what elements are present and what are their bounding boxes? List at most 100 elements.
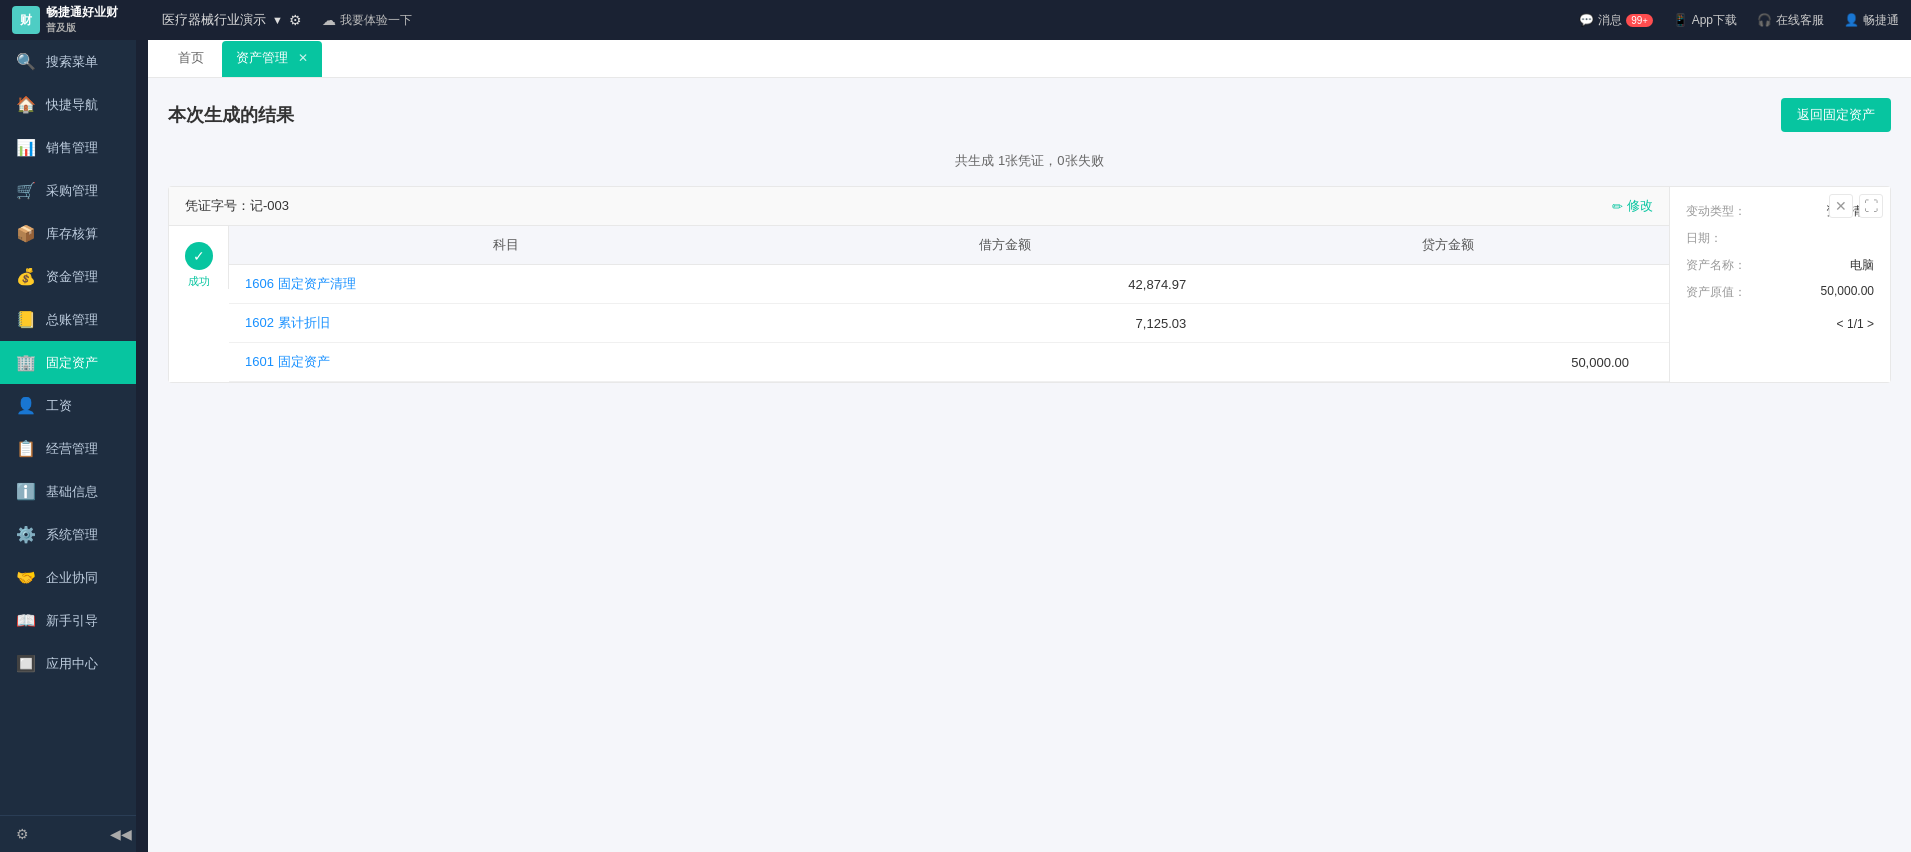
success-icon: ✓ — [185, 242, 213, 270]
sidebar-item-label: 总账管理 — [46, 311, 98, 329]
subject-cell-3: 1601 固定资产 — [229, 343, 783, 382]
table-row: 1601 固定资产 50,000.00 — [229, 343, 1669, 382]
logo-subtitle: 普及版 — [46, 21, 118, 35]
tab-home-label: 首页 — [178, 50, 204, 65]
collapse-icon[interactable]: ◀◀ — [110, 826, 132, 842]
purchase-icon: 🛒 — [16, 181, 36, 200]
side-field-asset-name: 资产名称： 电脑 — [1686, 257, 1874, 274]
tab-close-icon[interactable]: ✕ — [298, 51, 308, 65]
voucher-container: 凭证字号：记-003 ✏ 修改 ✓ 成功 — [168, 186, 1891, 383]
feedback-label: 我要体验一下 — [340, 12, 412, 29]
sidebar-item-label: 销售管理 — [46, 139, 98, 157]
debit-cell-3 — [783, 343, 1226, 382]
sidebar-bottom: ⚙ ◀◀ — [0, 815, 148, 852]
success-text: 成功 — [188, 274, 210, 289]
sidebar-item-quick-nav[interactable]: 🏠 快捷导航 — [0, 83, 148, 126]
table-row: 1602 累计折旧 7,125.03 — [229, 304, 1669, 343]
messages-label: 消息 — [1598, 12, 1622, 29]
online-service-btn[interactable]: 🎧 在线客服 — [1757, 12, 1824, 29]
side-field-asset-value: 资产原值： 50,000.00 — [1686, 284, 1874, 301]
page-content: 本次生成的结果 返回固定资产 共生成 1张凭证，0张失败 ✕ ⛶ 凭证字号 — [148, 78, 1911, 852]
sidebar-item-label: 基础信息 — [46, 483, 98, 501]
side-field-date: 日期： — [1686, 230, 1874, 247]
online-service-icon: 🎧 — [1757, 13, 1772, 27]
feedback-btn[interactable]: ☁ 我要体验一下 — [322, 12, 412, 29]
table-header-row: 科目 借方金额 贷方金额 — [229, 226, 1669, 265]
credit-cell-2 — [1226, 304, 1669, 343]
tutorial-icon: 📖 — [16, 611, 36, 630]
company-selector[interactable]: 医疗器械行业演示 ▼ ⚙ — [162, 11, 302, 29]
app-download-btn[interactable]: 📱 App下载 — [1673, 12, 1737, 29]
messages-badge: 99+ — [1626, 14, 1652, 27]
payroll-icon: 👤 — [16, 396, 36, 415]
search-icon: 🔍 — [16, 52, 36, 71]
enterprise-icon: 🤝 — [16, 568, 36, 587]
return-button[interactable]: 返回固定资产 — [1781, 98, 1891, 132]
sidebar-item-label: 固定资产 — [46, 354, 98, 372]
next-page-btn[interactable]: > — [1867, 317, 1874, 331]
sidebar-item-operations[interactable]: 📋 经营管理 — [0, 427, 148, 470]
page-indicator: 1/1 — [1847, 317, 1867, 331]
panel-controls: ✕ ⛶ — [1829, 194, 1883, 218]
edit-button[interactable]: ✏ 修改 — [1612, 197, 1653, 215]
asset-value-value: 50,000.00 — [1821, 284, 1874, 301]
sidebar-item-system[interactable]: ⚙️ 系统管理 — [0, 513, 148, 556]
logo-icon: 财 — [12, 6, 40, 34]
table-row: 1606 固定资产清理 42,874.97 — [229, 265, 1669, 304]
ledger-icon: 📒 — [16, 310, 36, 329]
tab-bar: 首页 资产管理 ✕ — [148, 40, 1911, 78]
sidebar-item-label: 搜索菜单 — [46, 53, 98, 71]
tab-home[interactable]: 首页 — [164, 41, 218, 77]
credit-cell-3: 50,000.00 — [1226, 343, 1669, 382]
sales-icon: 📊 — [16, 138, 36, 157]
tab-asset-mgmt[interactable]: 资产管理 ✕ — [222, 41, 322, 77]
sidebar-item-enterprise[interactable]: 🤝 企业协同 — [0, 556, 148, 599]
change-type-label: 变动类型： — [1686, 203, 1746, 220]
sidebar-item-label: 采购管理 — [46, 182, 98, 200]
sidebar-item-purchase[interactable]: 🛒 采购管理 — [0, 169, 148, 212]
company-dropdown-icon[interactable]: ▼ — [272, 14, 283, 26]
sidebar-item-finance[interactable]: 💰 资金管理 — [0, 255, 148, 298]
prev-page-btn[interactable]: < — [1837, 317, 1844, 331]
sidebar-item-inventory[interactable]: 📦 库存核算 — [0, 212, 148, 255]
sidebar-item-app-center[interactable]: 🔲 应用中心 — [0, 642, 148, 685]
main-layout: 🔍 搜索菜单 🏠 快捷导航 📊 销售管理 🛒 采购管理 📦 库存核算 💰 — [0, 40, 1911, 852]
success-status-cell: ✓ 成功 — [169, 226, 229, 289]
side-pagination: < 1/1 > — [1686, 317, 1874, 331]
content-area: 首页 资产管理 ✕ 本次生成的结果 返回固定资产 共生成 1张凭证，0张失败 ✕… — [148, 40, 1911, 852]
topbar: 财 畅捷通好业财 普及版 医疗器械行业演示 ▼ ⚙ ☁ 我要体验一下 💬 消息 … — [0, 0, 1911, 40]
close-panel-button[interactable]: ✕ — [1829, 194, 1853, 218]
company-name: 医疗器械行业演示 — [162, 11, 266, 29]
sidebar-item-label: 新手引导 — [46, 612, 98, 630]
asset-name-label: 资产名称： — [1686, 257, 1746, 274]
home-icon: 🏠 — [16, 95, 36, 114]
sidebar-item-label: 库存核算 — [46, 225, 98, 243]
subject-link-2[interactable]: 1602 累计折旧 — [245, 315, 330, 330]
debit-cell-2: 7,125.03 — [783, 304, 1226, 343]
subject-link-1[interactable]: 1606 固定资产清理 — [245, 276, 356, 291]
settings-icon[interactable]: ⚙ — [289, 12, 302, 28]
sidebar-item-basic-info[interactable]: ℹ️ 基础信息 — [0, 470, 148, 513]
page-title: 本次生成的结果 — [168, 103, 294, 127]
sidebar-item-fixed-assets[interactable]: 🏢 固定资产 — [0, 341, 148, 384]
sidebar-item-label: 系统管理 — [46, 526, 98, 544]
col-subject: 科目 — [229, 226, 783, 265]
sidebar: 🔍 搜索菜单 🏠 快捷导航 📊 销售管理 🛒 采购管理 📦 库存核算 💰 — [0, 40, 148, 852]
subject-link-3[interactable]: 1601 固定资产 — [245, 354, 330, 369]
sidebar-item-payroll[interactable]: 👤 工资 — [0, 384, 148, 427]
inventory-icon: 📦 — [16, 224, 36, 243]
sidebar-scroll: 🔍 搜索菜单 🏠 快捷导航 📊 销售管理 🛒 采购管理 📦 库存核算 💰 — [0, 40, 148, 815]
sidebar-item-ledger[interactable]: 📒 总账管理 — [0, 298, 148, 341]
settings-bottom-icon[interactable]: ⚙ — [16, 826, 29, 842]
voucher-main: 凭证字号：记-003 ✏ 修改 ✓ 成功 — [169, 187, 1670, 382]
expand-panel-button[interactable]: ⛶ — [1859, 194, 1883, 218]
debit-cell-1: 42,874.97 — [783, 265, 1226, 304]
messages-btn[interactable]: 💬 消息 99+ — [1579, 12, 1652, 29]
user-menu[interactable]: 👤 畅捷通 — [1844, 12, 1899, 29]
voucher-header: 凭证字号：记-003 ✏ 修改 — [169, 187, 1669, 226]
sidebar-item-search[interactable]: 🔍 搜索菜单 — [0, 40, 148, 83]
sidebar-item-sales[interactable]: 📊 销售管理 — [0, 126, 148, 169]
sidebar-item-tutorial[interactable]: 📖 新手引导 — [0, 599, 148, 642]
app-download-label: App下载 — [1692, 12, 1737, 29]
edit-label: 修改 — [1627, 197, 1653, 215]
